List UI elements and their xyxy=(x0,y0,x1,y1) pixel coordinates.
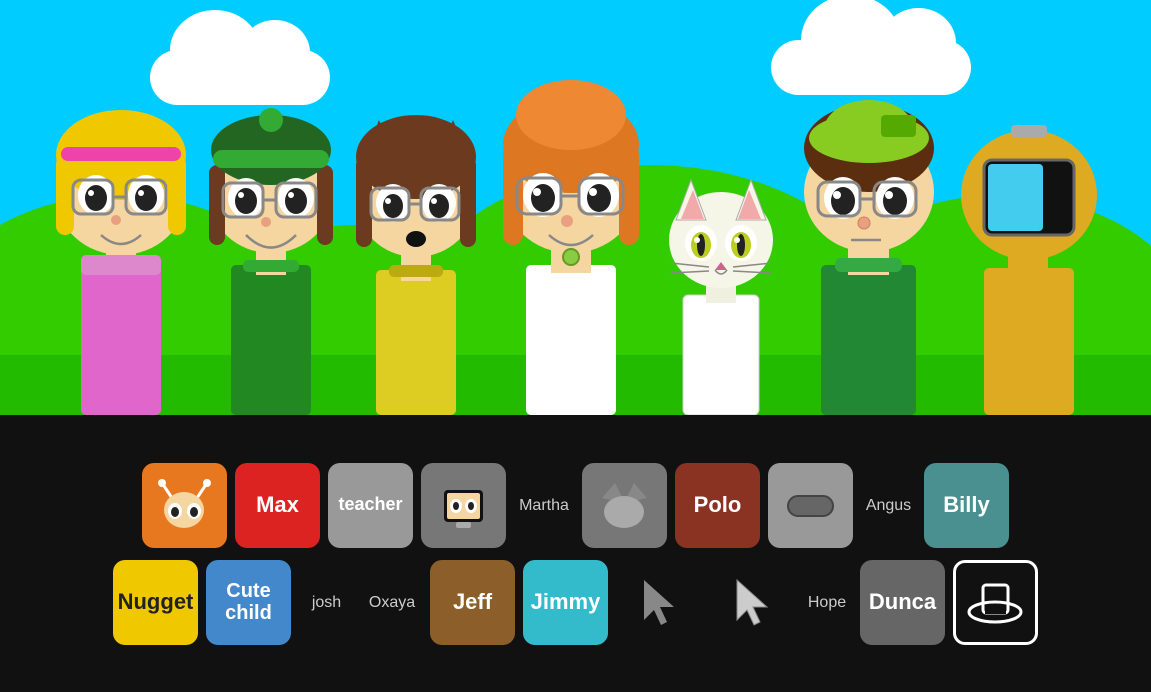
jeff-btn[interactable]: Jeff xyxy=(430,560,515,645)
max-label: Max xyxy=(256,493,299,517)
hope-label: Hope xyxy=(802,594,852,612)
polo-icon-btn[interactable] xyxy=(582,463,667,548)
nugget-label: Nugget xyxy=(118,590,194,614)
characters-row xyxy=(0,25,1151,415)
teacher-btn[interactable]: teacher xyxy=(328,463,413,548)
josh-label: josh xyxy=(299,594,354,612)
character-brown-hair-girl xyxy=(351,45,481,415)
polo-text-btn[interactable]: Polo xyxy=(675,463,760,548)
hat-icon-btn[interactable] xyxy=(953,560,1038,645)
martha-label: Martha xyxy=(514,497,574,515)
billy-text-btn[interactable]: Billy xyxy=(924,463,1009,548)
toolbar-row-2: Nugget Cutechild josh Oxaya Jeff Jimmy xyxy=(113,560,1038,645)
cursor-icon-svg-1 xyxy=(639,575,679,630)
character-orange-hair-girl xyxy=(491,25,651,415)
max-icon-btn[interactable] xyxy=(142,463,227,548)
dunca-label: Dunca xyxy=(869,590,936,614)
scene xyxy=(0,0,1151,415)
angus-icon-svg xyxy=(783,478,838,533)
hat-icon-svg xyxy=(963,570,1028,635)
polo-icon-svg xyxy=(597,478,652,533)
character-pink-girl xyxy=(51,35,191,415)
pink-girl-svg xyxy=(51,35,191,415)
robot-icon-btn[interactable] xyxy=(421,463,506,548)
robot-icon-svg xyxy=(436,478,491,533)
robot-svg xyxy=(956,40,1101,415)
angus-icon-btn[interactable] xyxy=(768,463,853,548)
character-green-hat-girl xyxy=(201,35,341,415)
teacher-label: teacher xyxy=(338,495,402,515)
jimmy-btn[interactable]: Jimmy xyxy=(523,560,608,645)
brown-hair-girl-svg xyxy=(351,45,481,415)
hope-cursor-icon-2[interactable] xyxy=(709,560,794,645)
character-robot xyxy=(956,40,1101,415)
orange-hair-girl-svg xyxy=(491,25,651,415)
cat-svg xyxy=(661,95,781,415)
billy-label: Billy xyxy=(943,493,989,517)
cute-child-label: Cutechild xyxy=(225,580,272,624)
toolbar-row-1: Max teacher Martha xyxy=(142,463,1009,548)
hope-cursor-icon-1[interactable] xyxy=(616,560,701,645)
angus-label: Angus xyxy=(861,497,916,515)
green-hat-girl-svg xyxy=(201,35,341,415)
max-text-btn[interactable]: Max xyxy=(235,463,320,548)
toolbar: Max teacher Martha xyxy=(0,415,1151,692)
cute-child-btn[interactable]: Cutechild xyxy=(206,560,291,645)
max-icon-svg xyxy=(157,478,212,533)
oxaya-label: Oxaya xyxy=(362,594,422,612)
character-cat xyxy=(661,95,781,415)
character-boy-cap xyxy=(791,30,946,415)
polo-label: Polo xyxy=(694,493,742,517)
cursor-icon-svg-2 xyxy=(732,575,772,630)
jimmy-label: Jimmy xyxy=(531,590,601,614)
nugget-btn[interactable]: Nugget xyxy=(113,560,198,645)
boy-cap-svg xyxy=(791,30,946,415)
dunca-btn[interactable]: Dunca xyxy=(860,560,945,645)
jeff-label: Jeff xyxy=(453,590,492,614)
